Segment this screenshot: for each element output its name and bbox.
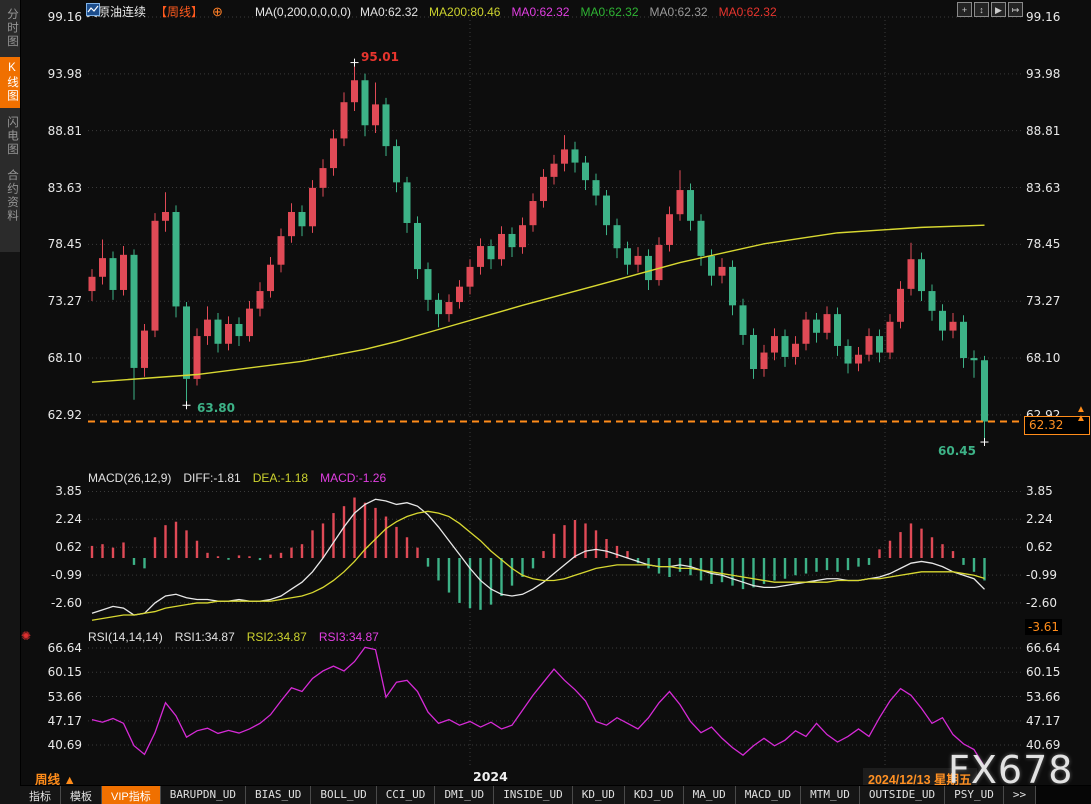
- axis-label: 53.66: [1026, 689, 1061, 704]
- marker-crosses: [182, 58, 989, 447]
- candles-layer: [88, 62, 988, 443]
- macd-dea-value: DEA:-1.18: [252, 471, 309, 485]
- axis-label: 68.10: [1026, 351, 1061, 366]
- ma-legend-item: MA200:80.46: [429, 4, 501, 19]
- macd-name: MACD(26,12,9): [88, 471, 172, 485]
- bottom-tab-OUTSIDE_UD[interactable]: OUTSIDE_UD: [859, 786, 946, 804]
- rsi3-value: RSI3:34.87: [318, 630, 379, 644]
- axis-label: 88.81: [47, 123, 82, 138]
- axis-label: 53.66: [47, 689, 82, 704]
- axis-label: 66.64: [47, 641, 82, 655]
- bottom-tab-DMI_UD[interactable]: DMI_UD: [435, 786, 495, 804]
- ma-legend-item: MA0:62.32: [511, 4, 570, 19]
- alert-icon[interactable]: ✺: [21, 629, 31, 643]
- axis-label: 73.27: [47, 294, 82, 309]
- rsi2-value: RSI2:34.87: [246, 630, 307, 644]
- axis-label: -0.99: [1026, 568, 1058, 583]
- bottom-tab-INSIDE_UD[interactable]: INSIDE_UD: [494, 786, 573, 804]
- chart-toolbar: + ↕ ▶ ↦: [957, 2, 1023, 17]
- chart-type-icon[interactable]: [86, 3, 246, 18]
- crosshair-icon[interactable]: +: [957, 2, 972, 17]
- bottom-tab-MA_UD[interactable]: MA_UD: [683, 786, 736, 804]
- axis-label: 93.98: [1026, 66, 1061, 81]
- ma-legend: MA0:62.32 MA200:80.46 MA0:62.32 MA0:62.32 MA…: [360, 5, 777, 19]
- axis-label: 2.24: [1026, 512, 1053, 527]
- bottom-tab-BIAS_UD[interactable]: BIAS_UD: [245, 786, 312, 804]
- bottom-tab-模板[interactable]: 模板: [61, 786, 102, 804]
- rsi-name: RSI(14,14,14): [88, 630, 163, 644]
- axis-label: 3.85: [55, 484, 82, 499]
- axis-label: 60.15: [47, 665, 82, 680]
- axis-label: 62.92: [47, 407, 82, 422]
- axis-label: 78.45: [47, 237, 82, 252]
- axis-label: 68.10: [47, 351, 82, 366]
- period-tag[interactable]: 【周线】: [155, 3, 203, 20]
- axis-label: -2.60: [50, 595, 82, 610]
- axis-label: 2.24: [55, 512, 82, 527]
- rsi-line: [91, 646, 986, 768]
- bottom-tab-KD_UD[interactable]: KD_UD: [572, 786, 625, 804]
- chart-header: 美原油连续 【周线】 ⊕ MA(0,200,0,0,0,0) MA0:62.32…: [86, 3, 777, 20]
- gridlines-layer: [88, 16, 1022, 765]
- axis-label: 83.63: [47, 180, 82, 195]
- add-overlay-icon[interactable]: ⊕: [212, 4, 223, 20]
- axis-label: 99.16: [1026, 10, 1061, 24]
- bottom-tab-KDJ_UD[interactable]: KDJ_UD: [624, 786, 684, 804]
- scale-up-icon[interactable]: ↕: [974, 2, 989, 17]
- axis-label: 93.98: [47, 66, 82, 81]
- macd-axis-tag: -3.61: [1025, 619, 1063, 635]
- axis-label: 78.45: [1026, 237, 1061, 252]
- axis-label: 88.81: [1026, 123, 1061, 138]
- macd-diff-value: DIFF:-1.81: [183, 471, 241, 485]
- axis-label: 3.85: [1026, 484, 1053, 499]
- axis-label: 0.62: [55, 540, 82, 555]
- rsi-header: RSI(14,14,14) RSI1:34.87 RSI2:34.87 RSI3…: [88, 630, 379, 644]
- rsi1-value: RSI1:34.87: [174, 630, 235, 644]
- macd-macd-value: MACD:-1.26: [320, 471, 387, 485]
- ma-legend-item: MA0:62.32: [649, 4, 708, 19]
- axis-label: 66.64: [1026, 641, 1061, 655]
- macd-header: MACD(26,12,9) DIFF:-1.81 DEA:-1.18 MACD:…: [88, 471, 386, 485]
- bottom-tab-MTM_UD[interactable]: MTM_UD: [801, 786, 860, 804]
- step-forward-icon[interactable]: ▶: [991, 2, 1006, 17]
- axis-label: -0.99: [50, 568, 82, 583]
- bottom-tab-VIP指标[interactable]: VIP指标: [102, 786, 161, 804]
- last-low-annotation: 60.45: [938, 444, 976, 458]
- axis-label: 47.17: [47, 713, 82, 728]
- bottom-tab-PSY_UD[interactable]: PSY_UD: [945, 786, 1004, 804]
- axis-label: 73.27: [1026, 294, 1061, 309]
- ma-legend-item: MA0:62.32: [718, 4, 777, 19]
- low-price-annotation: 63.80: [197, 401, 235, 415]
- macd-histogram: [90, 497, 986, 610]
- ma-settings-label: MA(0,200,0,0,0,0): [254, 4, 351, 19]
- axis-label: 83.63: [1026, 180, 1061, 195]
- bottom-tab-指标[interactable]: 指标: [20, 786, 61, 804]
- price-up-arrow-icon: ▲ ▲: [1076, 404, 1086, 424]
- axis-label: 60.15: [1026, 665, 1061, 680]
- axis-label: 40.69: [47, 738, 82, 753]
- indicator-tab-bar: 指标 模板 VIP指标 BARUPDN_UD BIAS_UD BOLL_UD CCI_UD D…: [20, 785, 1091, 804]
- chart-application-window: 分时图 K线图 闪电图 合约资料 美原油连续 【周线】 ⊕ MA(0,200,0,0,…: [0, 0, 1091, 804]
- axis-label: 99.16: [47, 10, 82, 24]
- axis-label: -2.60: [1026, 595, 1058, 610]
- ma-legend-item: MA0:62.32: [580, 4, 639, 19]
- ma-legend-item: MA0:62.32: [360, 4, 419, 19]
- bottom-tab-BOLL_UD[interactable]: BOLL_UD: [311, 786, 377, 804]
- chart-canvas[interactable]: [0, 0, 1091, 804]
- axis-label: 47.17: [1026, 713, 1061, 728]
- exit-panel-icon[interactable]: ↦: [1008, 2, 1023, 17]
- bottom-tab-BARUPDN_UD[interactable]: BARUPDN_UD: [160, 786, 246, 804]
- axis-label: 0.62: [1026, 540, 1053, 555]
- bottom-tab-CCI_UD[interactable]: CCI_UD: [376, 786, 436, 804]
- macd-lines: [91, 498, 985, 621]
- high-price-annotation: 95.01: [361, 50, 399, 64]
- bottom-tab->>[interactable]: >>: [1003, 786, 1037, 804]
- x-axis-year-label: 2024: [473, 769, 508, 784]
- bottom-tab-MACD_UD[interactable]: MACD_UD: [735, 786, 802, 804]
